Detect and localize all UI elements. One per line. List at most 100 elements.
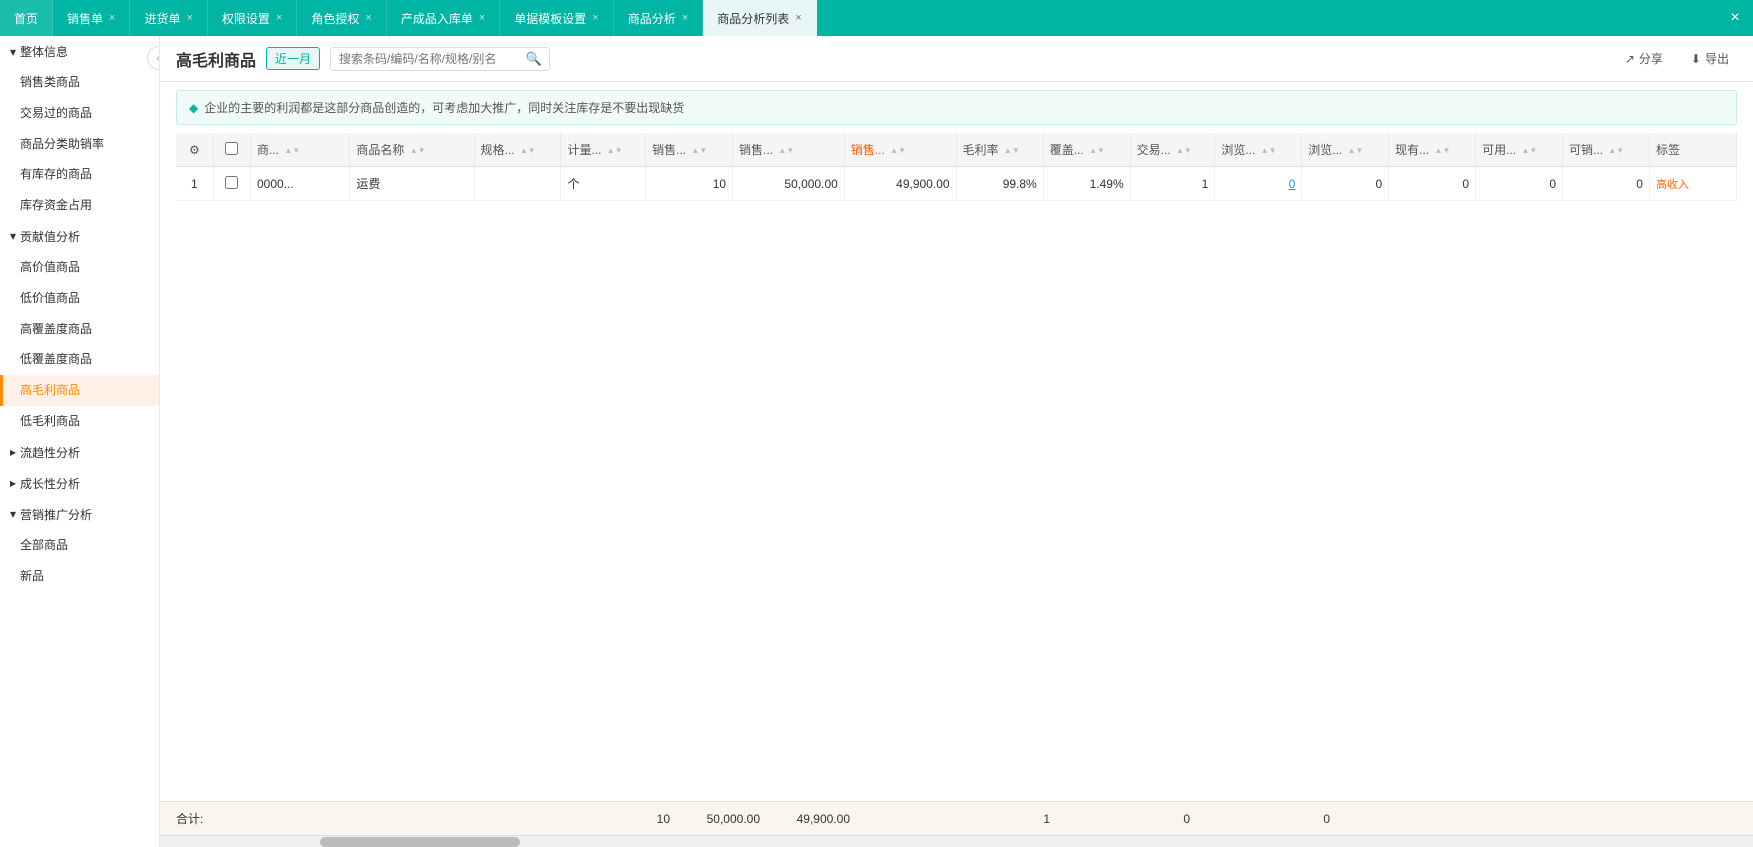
sidebar-item-high-coverage[interactable]: 高覆盖度商品 bbox=[0, 314, 159, 345]
close-tab-goods-analysis-list[interactable]: × bbox=[795, 12, 801, 24]
sidebar-item-sales-goods[interactable]: 销售类商品 bbox=[0, 67, 159, 98]
search-wrap: 🔍 bbox=[330, 47, 550, 71]
cell-tag: 高收入 bbox=[1649, 167, 1736, 201]
sort-icon-saleable: ▲▼ bbox=[1608, 147, 1624, 155]
tab-template-settings[interactable]: 单据模板设置 × bbox=[500, 0, 613, 36]
close-tab-goods-analysis[interactable]: × bbox=[682, 12, 688, 24]
close-tab-role-auth[interactable]: × bbox=[365, 12, 371, 24]
footer-available: 0 bbox=[1266, 812, 1336, 826]
col-available[interactable]: 可用... ▲▼ bbox=[1476, 133, 1563, 167]
col-sales-qty[interactable]: 销售... ▲▼ bbox=[646, 133, 733, 167]
main-layout: « ▾ 整体信息 销售类商品 交易过的商品 商品分类助销率 有库存的商品 库存资… bbox=[0, 36, 1753, 847]
col-current-stock[interactable]: 现有... ▲▼ bbox=[1389, 133, 1476, 167]
sidebar-item-high-value[interactable]: 高价值商品 bbox=[0, 252, 159, 283]
tab-home[interactable]: 首页 bbox=[0, 0, 53, 36]
col-settings[interactable]: ⚙ bbox=[176, 133, 213, 167]
sidebar-item-stock-capital[interactable]: 库存资金占用 bbox=[0, 190, 159, 221]
col-sales-amount[interactable]: 销售... ▲▼ bbox=[733, 133, 845, 167]
footer-sales-profit: 49,900.00 bbox=[766, 812, 856, 826]
close-tab-permission-settings[interactable]: × bbox=[276, 12, 282, 24]
sidebar-item-in-stock-goods[interactable]: 有库存的商品 bbox=[0, 159, 159, 190]
col-unit[interactable]: 计量... ▲▼ bbox=[561, 133, 646, 167]
sort-icon-sales-qty: ▲▼ bbox=[691, 147, 707, 155]
cell-checkbox[interactable] bbox=[213, 167, 250, 201]
footer-sales-amount: 50,000.00 bbox=[676, 812, 766, 826]
col-browse2[interactable]: 浏览... ▲▼ bbox=[1302, 133, 1389, 167]
cell-code: 0000... bbox=[251, 167, 350, 201]
sort-icon-spec: ▲▼ bbox=[520, 147, 536, 155]
close-tab-template-settings[interactable]: × bbox=[592, 12, 598, 24]
tab-goods-analysis[interactable]: 商品分析 × bbox=[614, 0, 703, 36]
sidebar-item-low-coverage[interactable]: 低覆盖度商品 bbox=[0, 344, 159, 375]
sort-icon-code: ▲▼ bbox=[284, 147, 300, 155]
col-spec[interactable]: 规格... ▲▼ bbox=[474, 133, 561, 167]
select-all-checkbox[interactable] bbox=[225, 142, 238, 155]
data-table: ⚙ 商... ▲▼ 商品名称 ▲▼ bbox=[176, 133, 1737, 201]
sidebar: « ▾ 整体信息 销售类商品 交易过的商品 商品分类助销率 有库存的商品 库存资… bbox=[0, 36, 160, 847]
sidebar-item-low-value[interactable]: 低价值商品 bbox=[0, 283, 159, 314]
sidebar-group-marketing-items: 全部商品 新品 bbox=[0, 530, 159, 592]
tab-production-inbound[interactable]: 产成品入库单 × bbox=[387, 0, 500, 36]
tab-sales-order[interactable]: 销售单 × bbox=[53, 0, 130, 36]
top-nav: 首页 销售单 × 进货单 × 权限设置 × 角色授权 × 产成品入库单 × 单据… bbox=[0, 0, 1753, 36]
col-saleable[interactable]: 可销... ▲▼ bbox=[1563, 133, 1650, 167]
close-tab-sales-order[interactable]: × bbox=[109, 12, 115, 24]
sidebar-item-category-sales-rate[interactable]: 商品分类助销率 bbox=[0, 129, 159, 160]
search-input[interactable] bbox=[330, 47, 550, 71]
page-title: 高毛利商品 bbox=[176, 47, 256, 71]
sidebar-item-low-margin[interactable]: 低毛利商品 bbox=[0, 406, 159, 437]
sidebar-item-all-goods[interactable]: 全部商品 bbox=[0, 530, 159, 561]
col-gross-margin[interactable]: 毛利率 ▲▼ bbox=[956, 133, 1043, 167]
period-button[interactable]: 近一月 bbox=[266, 47, 320, 70]
tab-goods-analysis-list[interactable]: 商品分析列表 × bbox=[703, 0, 816, 36]
col-sales-profit[interactable]: 销售... ▲▼ bbox=[844, 133, 956, 167]
cell-browse1[interactable]: 0 bbox=[1215, 167, 1302, 201]
cell-sales-amount: 50,000.00 bbox=[733, 167, 845, 201]
table-header-row: ⚙ 商... ▲▼ 商品名称 ▲▼ bbox=[176, 133, 1737, 167]
row-checkbox[interactable] bbox=[225, 176, 238, 189]
col-tag[interactable]: 标签 bbox=[1649, 133, 1736, 167]
col-checkbox[interactable] bbox=[213, 133, 250, 167]
search-icon: 🔍 bbox=[526, 51, 542, 67]
sort-icon-sales-amount: ▲▼ bbox=[778, 147, 794, 155]
chevron-down-icon-3: ▾ bbox=[10, 507, 16, 521]
chevron-down-icon-2: ▾ bbox=[10, 229, 16, 243]
col-browse1[interactable]: 浏览... ▲▼ bbox=[1215, 133, 1302, 167]
nav-tabs: 首页 销售单 × 进货单 × 权限设置 × 角色授权 × 产成品入库单 × 单据… bbox=[0, 0, 1753, 36]
cell-spec bbox=[474, 167, 561, 201]
table-wrap: ⚙ 商... ▲▼ 商品名称 ▲▼ bbox=[160, 133, 1753, 801]
sidebar-item-high-margin[interactable]: 高毛利商品 bbox=[0, 375, 159, 406]
export-button[interactable]: ⬇ 导出 bbox=[1683, 46, 1737, 71]
sort-icon-available: ▲▼ bbox=[1521, 147, 1537, 155]
horizontal-scrollbar[interactable] bbox=[160, 835, 1753, 847]
sort-icon-name: ▲▼ bbox=[410, 147, 426, 155]
share-button[interactable]: ↗ 分享 bbox=[1617, 46, 1671, 71]
col-name[interactable]: 商品名称 ▲▼ bbox=[350, 133, 474, 167]
table-row: 1 0000... 运费 bbox=[176, 167, 1737, 201]
sidebar-group-trend[interactable]: ▸ 流趋性分析 bbox=[0, 437, 159, 468]
tab-role-auth[interactable]: 角色授权 × bbox=[297, 0, 386, 36]
sort-icon-transactions: ▲▼ bbox=[1176, 147, 1192, 155]
sidebar-group-contribution[interactable]: ▾ 贡献值分析 bbox=[0, 221, 159, 252]
close-tab-production-inbound[interactable]: × bbox=[479, 12, 485, 24]
info-icon: ◆ bbox=[189, 101, 198, 115]
sidebar-item-traded-goods[interactable]: 交易过的商品 bbox=[0, 98, 159, 129]
cell-unit: 个 bbox=[561, 167, 646, 201]
sidebar-group-growth[interactable]: ▸ 成长性分析 bbox=[0, 468, 159, 499]
footer-sales-qty: 10 bbox=[606, 812, 676, 826]
scrollbar-thumb[interactable] bbox=[320, 837, 520, 847]
col-transactions[interactable]: 交易... ▲▼ bbox=[1130, 133, 1215, 167]
sidebar-group-marketing[interactable]: ▾ 营销推广分析 bbox=[0, 499, 159, 530]
tab-permission-settings[interactable]: 权限设置 × bbox=[208, 0, 297, 36]
cell-available: 0 bbox=[1476, 167, 1563, 201]
sidebar-group-overall[interactable]: ▾ 整体信息 bbox=[0, 36, 159, 67]
tab-purchase-order[interactable]: 进货单 × bbox=[130, 0, 207, 36]
col-coverage[interactable]: 覆盖... ▲▼ bbox=[1043, 133, 1130, 167]
cell-browse2: 0 bbox=[1302, 167, 1389, 201]
close-tab-purchase-order[interactable]: × bbox=[186, 12, 192, 24]
col-code[interactable]: 商... ▲▼ bbox=[251, 133, 350, 167]
footer-transactions: 1 bbox=[996, 812, 1056, 826]
sidebar-item-new-goods[interactable]: 新品 bbox=[0, 561, 159, 592]
content-header: 高毛利商品 近一月 🔍 ↗ 分享 ⬇ 导出 bbox=[160, 36, 1753, 82]
window-close-button[interactable]: × bbox=[1717, 0, 1753, 36]
